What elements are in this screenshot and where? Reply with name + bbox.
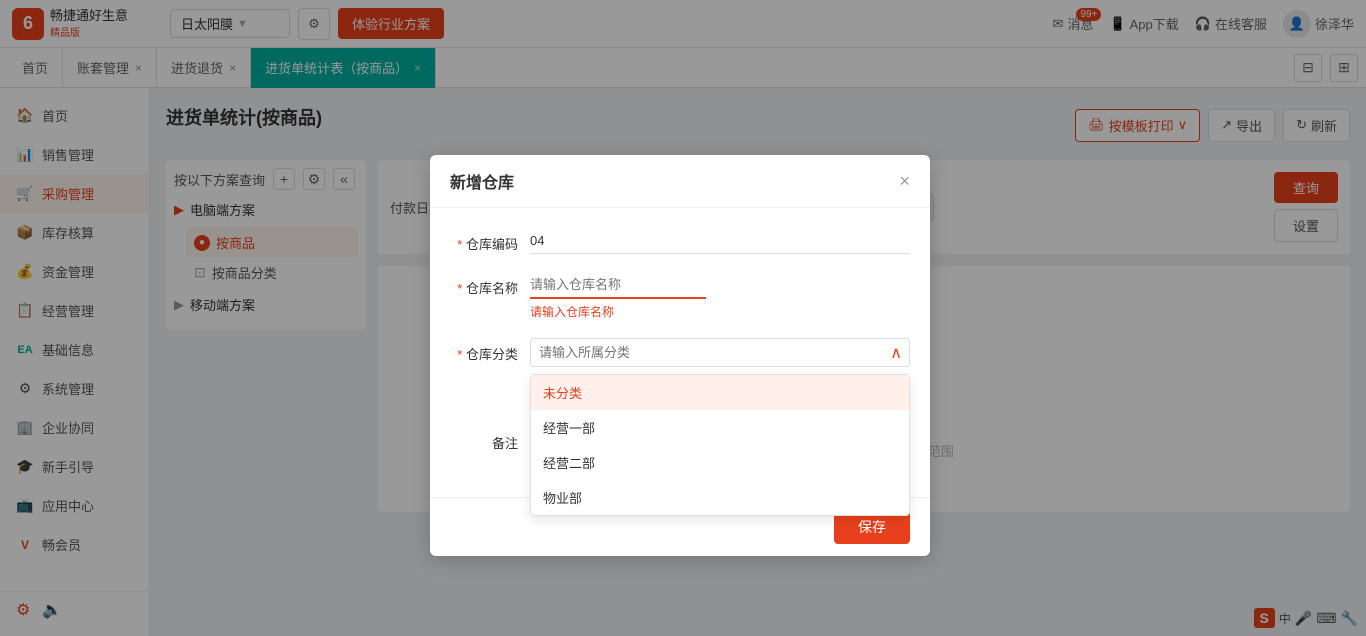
code-label-text: 仓库编码 — [466, 237, 518, 252]
category-label-text: 仓库分类 — [466, 347, 518, 362]
dropdown-item-ops1[interactable]: 经营一部 — [531, 410, 909, 445]
category-input[interactable] — [530, 338, 910, 367]
dropdown-item-uncategorized[interactable]: 未分类 — [531, 375, 909, 410]
category-label: * 仓库分类 — [450, 338, 530, 363]
modal-header: 新增仓库 × — [430, 155, 930, 208]
required-star-name: * — [457, 281, 462, 296]
note-label-text: 备注 — [492, 436, 518, 451]
category-field-row: * 仓库分类 ∧ 未分类 经营一部 经营二部 物业部 — [450, 338, 910, 367]
code-label: * 仓库编码 — [450, 228, 530, 253]
name-label: * 仓库名称 — [450, 272, 530, 297]
note-label: 备注 — [450, 427, 530, 452]
category-arrow-icon[interactable]: ∧ — [890, 343, 902, 363]
name-field-row: * 仓库名称 请输入仓库名称 — [450, 272, 910, 320]
name-error-msg: 请输入仓库名称 — [530, 303, 706, 320]
dropdown-item-ops2[interactable]: 经营二部 — [531, 445, 909, 480]
modal-close-button[interactable]: × — [899, 171, 910, 192]
new-warehouse-modal: 新增仓库 × * 仓库编码 * 仓库名称 请输入仓库名称 — [430, 155, 930, 556]
category-select-wrap: ∧ 未分类 经营一部 经营二部 物业部 — [530, 338, 910, 367]
name-label-text: 仓库名称 — [466, 281, 518, 296]
category-dropdown: 未分类 经营一部 经营二部 物业部 — [530, 374, 910, 516]
dropdown-item-property[interactable]: 物业部 — [531, 480, 909, 515]
code-field-row: * 仓库编码 — [450, 228, 910, 254]
modal-body: * 仓库编码 * 仓库名称 请输入仓库名称 * 仓库分类 — [430, 208, 930, 497]
required-star: * — [457, 237, 462, 252]
name-input[interactable] — [530, 272, 706, 299]
required-star-cat: * — [457, 347, 462, 362]
modal-title: 新增仓库 — [450, 169, 514, 193]
code-input[interactable] — [530, 228, 910, 254]
